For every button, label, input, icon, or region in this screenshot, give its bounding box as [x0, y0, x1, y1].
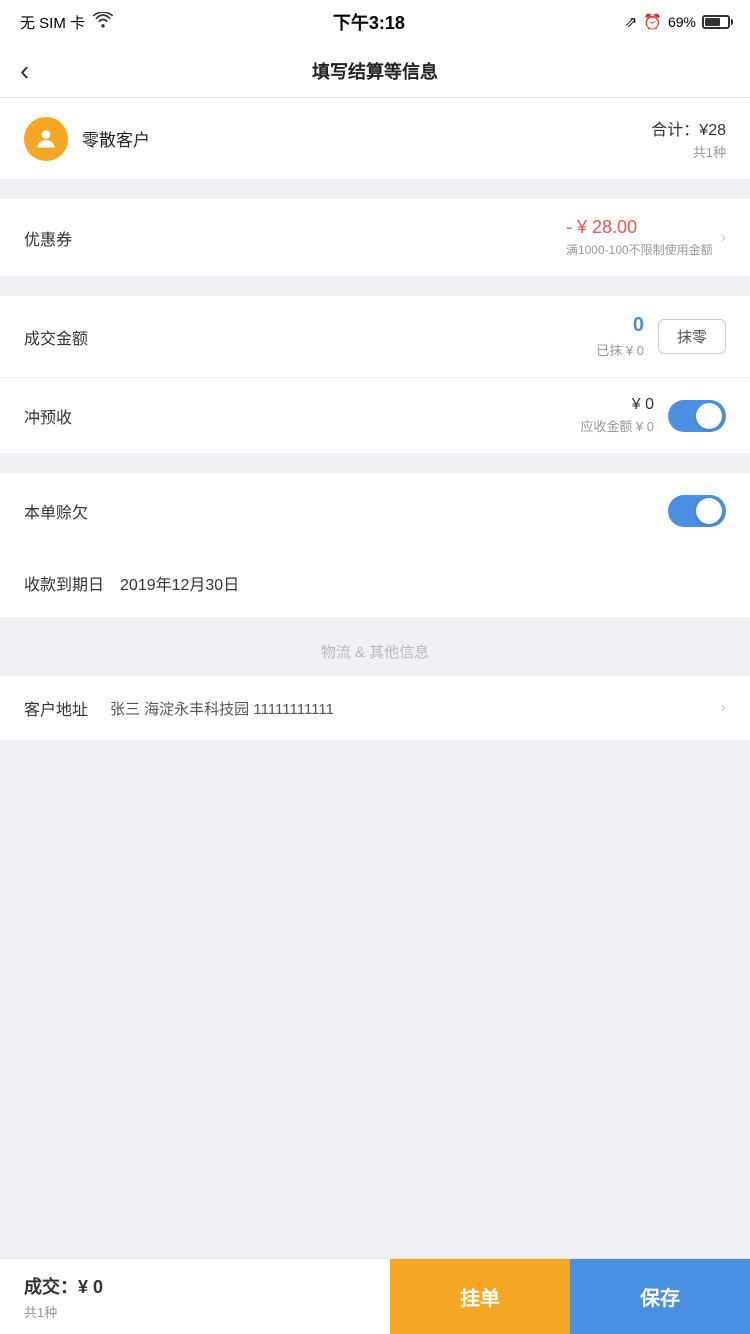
bottom-count: 共1种: [24, 1302, 366, 1321]
prepay-toggle[interactable]: [668, 400, 726, 432]
amount-sub: 已抹 ¥ 0: [596, 340, 644, 359]
address-value: 张三 海淀永丰科技园 11111111111: [110, 698, 721, 719]
amount-label: 成交金额: [24, 325, 596, 349]
prepay-right: ¥ 0 应收金额 ¥ 0: [580, 396, 726, 435]
status-left: 无 SIM 卡: [20, 12, 113, 33]
status-right: ⇗ ⏰ 69%: [625, 13, 730, 31]
customer-total: 合计：¥28 共1种: [651, 116, 726, 161]
wifi-icon: [93, 12, 113, 32]
nav-bar: ‹ 填写结算等信息: [0, 44, 750, 98]
transaction-section: 成交金额 0 已抹 ¥ 0 抹零 冲预收 ¥ 0 应收金额 ¥ 0: [0, 296, 750, 453]
logistics-divider: 物流 & 其他信息: [0, 627, 750, 676]
status-bar: 无 SIM 卡 下午3:18 ⇗ ⏰ 69%: [0, 0, 750, 44]
location-icon: ⇗: [625, 13, 638, 31]
logistics-text: 物流 & 其他信息: [321, 644, 429, 661]
date-row: 收款到期日 2019年12月30日: [0, 549, 750, 617]
coupon-right: - ¥ 28.00 满1000-100不限制使用金额 ›: [566, 217, 726, 258]
bottom-deal: 成交：¥ 0: [24, 1273, 366, 1299]
coupon-detail: - ¥ 28.00 满1000-100不限制使用金额: [566, 217, 713, 258]
address-row[interactable]: 客户地址 张三 海淀永丰科技园 11111111111 ›: [0, 676, 750, 740]
coupon-section: 优惠券 - ¥ 28.00 满1000-100不限制使用金额 ›: [0, 199, 750, 276]
save-button[interactable]: 保存: [570, 1259, 750, 1334]
customer-row: 零散客户 合计：¥28 共1种: [0, 98, 750, 179]
customer-name: 零散客户: [82, 126, 150, 151]
amount-value: 0: [633, 314, 644, 337]
bottom-info: 成交：¥ 0 共1种: [0, 1273, 390, 1321]
date-label: 收款到期日: [24, 571, 104, 595]
battery-percent: 69%: [668, 14, 696, 30]
address-label: 客户地址: [24, 696, 94, 720]
prepay-row: 冲预收 ¥ 0 应收金额 ¥ 0: [0, 378, 750, 453]
date-value: 2019年12月30日: [120, 571, 239, 595]
hangup-button[interactable]: 挂单: [390, 1259, 570, 1334]
prepay-amount: ¥ 0: [580, 396, 654, 414]
coupon-desc: 满1000-100不限制使用金额: [566, 241, 713, 258]
debt-label: 本单赊欠: [24, 499, 88, 523]
amount-row: 成交金额 0 已抹 ¥ 0 抹零: [0, 296, 750, 378]
bottom-deal-label: 成交：: [24, 1277, 78, 1297]
debt-toggle[interactable]: [668, 495, 726, 527]
page-title: 填写结算等信息: [312, 58, 438, 84]
alarm-icon: ⏰: [643, 13, 662, 31]
bottom-bar: 成交：¥ 0 共1种 挂单 保存: [0, 1258, 750, 1334]
coupon-label: 优惠券: [24, 226, 72, 250]
status-time: 下午3:18: [333, 9, 405, 35]
sim-text: 无 SIM 卡: [20, 12, 85, 33]
battery-icon: [702, 15, 730, 29]
toggle-knob: [696, 403, 722, 429]
address-section: 客户地址 张三 海淀永丰科技园 11111111111 ›: [0, 676, 750, 740]
coupon-chevron-icon: ›: [721, 229, 726, 247]
total-amount: 合计：¥28: [651, 116, 726, 140]
address-chevron-icon: ›: [721, 699, 726, 717]
bottom-deal-amount: ¥ 0: [78, 1277, 103, 1297]
total-count: 共1种: [651, 142, 726, 161]
customer-avatar: [24, 117, 68, 161]
customer-section: 零散客户 合计：¥28 共1种: [0, 98, 750, 179]
coupon-discount: - ¥ 28.00: [566, 217, 713, 238]
round-button[interactable]: 抹零: [658, 319, 726, 354]
amount-right: 0 已抹 ¥ 0 抹零: [596, 314, 726, 359]
debt-toggle-knob: [696, 498, 722, 524]
coupon-row[interactable]: 优惠券 - ¥ 28.00 满1000-100不限制使用金额 ›: [0, 199, 750, 276]
prepay-amount-block: ¥ 0 应收金额 ¥ 0: [580, 396, 654, 435]
back-button[interactable]: ‹: [20, 57, 29, 85]
customer-left: 零散客户: [24, 117, 150, 161]
debt-section: 本单赊欠 收款到期日 2019年12月30日: [0, 473, 750, 617]
prepay-sub: 应收金额 ¥ 0: [580, 416, 654, 435]
debt-row: 本单赊欠: [0, 473, 750, 549]
prepay-label: 冲预收: [24, 404, 72, 428]
amount-col: 0 已抹 ¥ 0: [596, 314, 644, 359]
